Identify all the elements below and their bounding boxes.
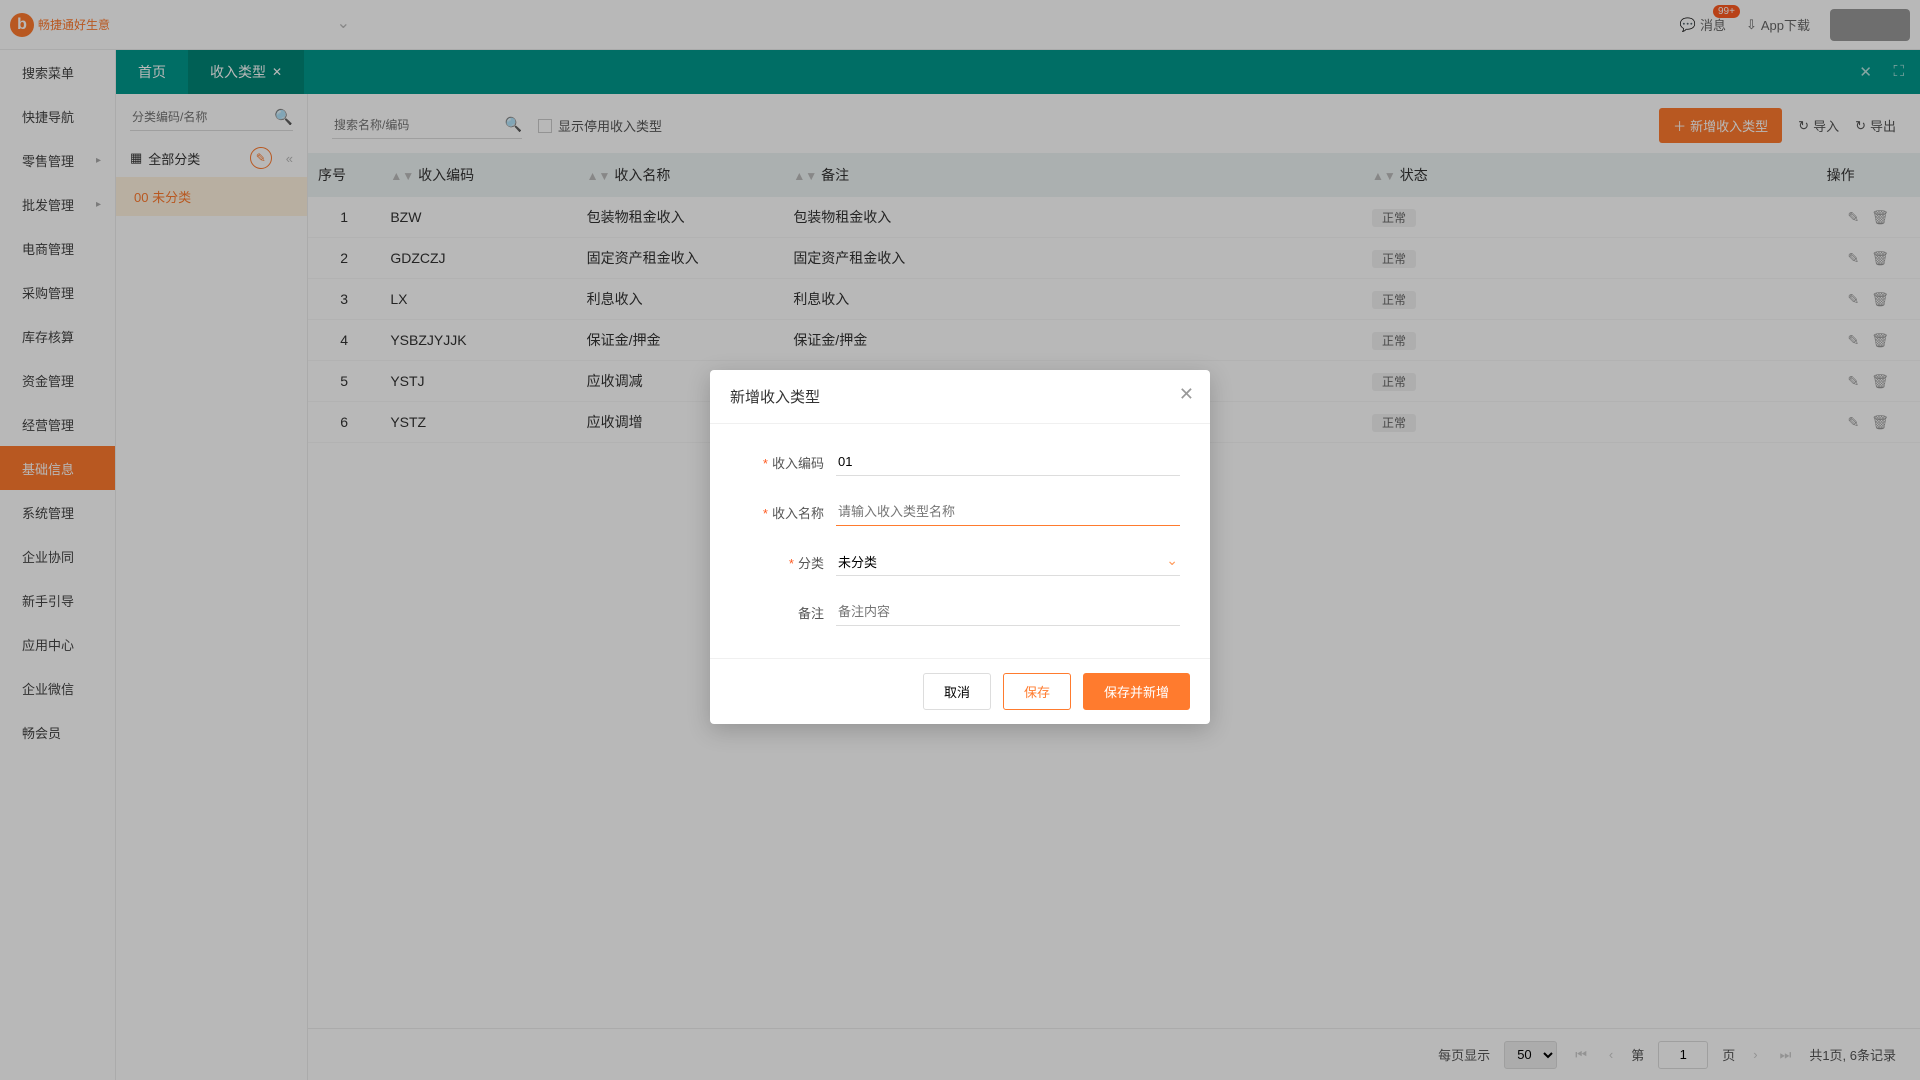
modal-title: 新增收入类型	[730, 389, 820, 406]
remark-label-text: 备注	[798, 606, 824, 621]
category-label-text: 分类	[798, 556, 824, 571]
income-category-select[interactable]	[836, 548, 1180, 576]
save-button[interactable]: 保存	[1003, 673, 1071, 710]
income-name-input[interactable]	[836, 498, 1180, 526]
chevron-down-icon[interactable]: ⌄	[1166, 552, 1178, 569]
modal-body: *收入编码 *收入名称 *分类 ⌄ 备注	[710, 424, 1210, 658]
income-remark-input[interactable]	[836, 598, 1180, 626]
modal-header: 新增收入类型 ✕	[710, 370, 1210, 424]
remark-label: 备注	[740, 603, 824, 622]
income-code-input[interactable]	[836, 448, 1180, 476]
modal-footer: 取消 保存 保存并新增	[710, 658, 1210, 724]
cancel-button[interactable]: 取消	[923, 673, 991, 710]
name-label: *收入名称	[740, 503, 824, 522]
name-label-text: 收入名称	[772, 506, 824, 521]
category-label: *分类	[740, 553, 824, 572]
code-label: *收入编码	[740, 453, 824, 472]
save-and-new-button[interactable]: 保存并新增	[1083, 673, 1190, 710]
modal-close-icon[interactable]: ✕	[1179, 384, 1194, 405]
code-label-text: 收入编码	[772, 456, 824, 471]
add-income-type-modal: 新增收入类型 ✕ *收入编码 *收入名称 *分类 ⌄ 备注 取消 保存 保存并新…	[710, 370, 1210, 724]
